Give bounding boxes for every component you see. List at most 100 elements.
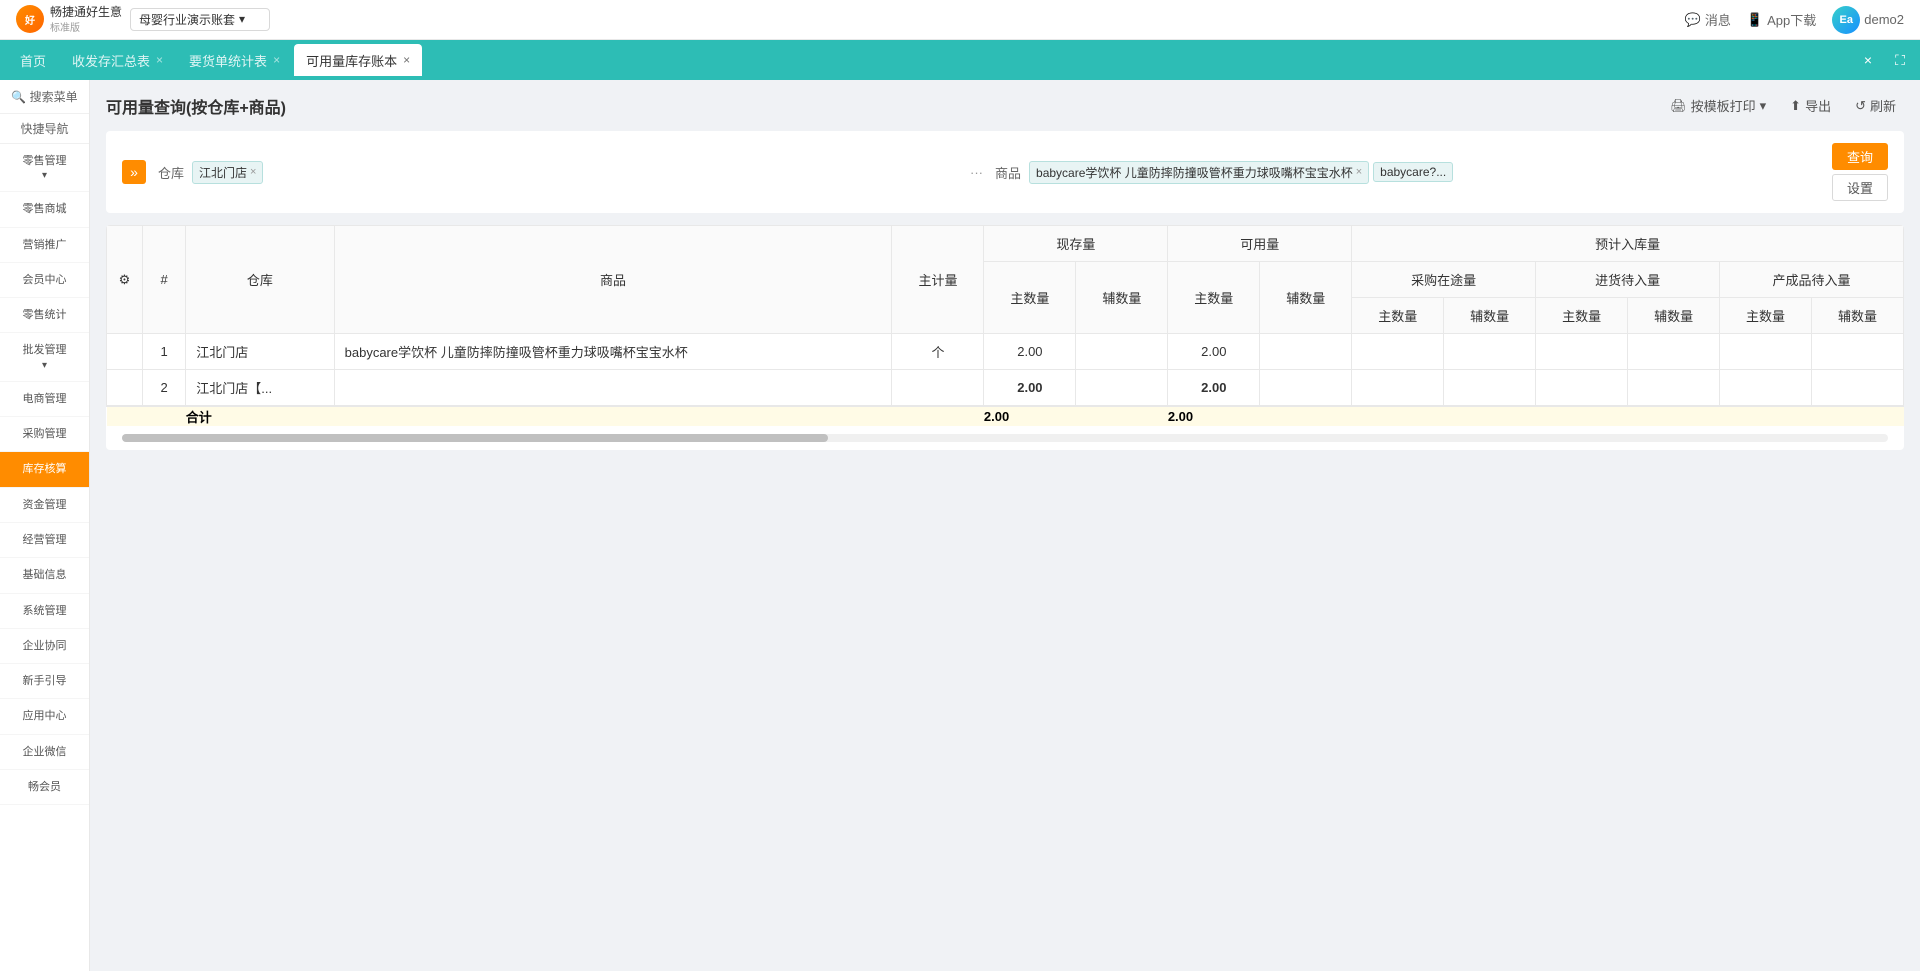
product-label: 商品 [995,163,1021,182]
warehouse-more-icon[interactable]: ··· [970,165,983,180]
main-layout: 🔍 搜索菜单 快捷导航 零售管理 ▾ 零售商城 营销推广 会员中心 零售统计 [0,80,1920,971]
row-2-prod-pend-aux [1812,370,1904,407]
sidebar-item-retail-mall-label: 零售商城 [23,202,67,216]
row-1-avail-aux [1260,334,1352,370]
content-area: 可用量查询(按仓库+商品) 🖨 按模板打印 ▾ ⬆ 导出 ↺ 刷新 [90,80,1920,971]
sidebar-item-member-label: 会员中心 [23,273,67,287]
msg-btn[interactable]: 💬 消息 [1685,10,1731,29]
logo-icon: 好 [16,5,44,33]
product-tag-1-close[interactable]: × [1356,166,1362,178]
sidebar-item-new-guide[interactable]: 新手引导 [0,664,89,699]
sidebar-item-sys-mgmt[interactable]: 系统管理 [0,594,89,629]
refresh-btn[interactable]: ↺ 刷新 [1847,92,1904,119]
sidebar-item-inventory[interactable]: 库存核算 [0,452,89,487]
sidebar: 🔍 搜索菜单 快捷导航 零售管理 ▾ 零售商城 营销推广 会员中心 零售统计 [0,80,90,971]
app-label: App下载 [1767,10,1816,29]
settings-button[interactable]: 设置 [1832,174,1888,201]
page-actions: 🖨 按模板打印 ▾ ⬆ 导出 ↺ 刷新 [1662,92,1904,119]
avatar: Ea [1832,6,1860,34]
sidebar-item-vip[interactable]: 畅会员 [0,770,89,805]
row-2-settings [107,370,143,407]
sidebar-item-marketing[interactable]: 营销推广 [0,228,89,263]
nav-label: 快捷导航 [20,122,68,136]
col-settings-header[interactable]: ⚙ [107,226,143,334]
sidebar-item-inventory-label: 库存核算 [23,462,67,476]
user-area[interactable]: Ea demo2 [1832,6,1904,34]
col-stock-aux-header: 辅数量 [1076,262,1168,334]
product-tag-2[interactable]: babycare?... [1373,162,1453,182]
row-1-avail-main: 2.00 [1168,334,1260,370]
col-expected-in-header: 预计入库量 [1352,226,1904,262]
sidebar-item-retail-mgmt[interactable]: 零售管理 ▾ [0,144,89,192]
sidebar-item-retail-stat-label: 零售统计 [23,308,67,322]
table-scrollbar[interactable] [122,434,1888,442]
sidebar-item-enterprise[interactable]: 企业协同 [0,629,89,664]
col-pur-transit-main-header: 主数量 [1352,298,1444,334]
row-2-goods-pend-aux [1628,370,1720,407]
sidebar-item-wholesale-mgmt[interactable]: 批发管理 ▾ [0,333,89,381]
sidebar-nav[interactable]: 快捷导航 [0,114,89,144]
close-all-btn[interactable]: × [1856,48,1880,72]
product-tag-1[interactable]: babycare学饮杯 儿童防摔防撞吸管杯重力球吸嘴杯宝宝水杯 × [1029,161,1369,184]
sidebar-item-ecommerce[interactable]: 电商管理 [0,382,89,417]
footer-settings [107,406,143,426]
footer-prod-pend-aux [1812,406,1904,426]
sidebar-section: 零售管理 ▾ 零售商城 营销推广 会员中心 零售统计 批发管理 ▾ 电商管理 [0,144,89,805]
store-selector[interactable]: 母婴行业演示账套 ▾ [130,8,270,31]
footer-goods-pend-aux [1628,406,1720,426]
tab-recv-send[interactable]: 收发存汇总表 × [60,44,175,76]
sidebar-item-basic-info[interactable]: 基础信息 [0,558,89,593]
sidebar-item-app-center-label: 应用中心 [23,709,67,723]
sidebar-item-corp-wechat[interactable]: 企业微信 [0,735,89,770]
tab-order-stat[interactable]: 要货单统计表 × [177,44,292,76]
col-prod-pend-aux-header: 辅数量 [1812,298,1904,334]
col-pur-transit-header: 采购在途量 [1352,262,1536,298]
tab-avail-inv[interactable]: 可用量库存账本 × [294,44,422,76]
row-2-pur-transit-aux [1444,370,1536,407]
row-1-prod-pend-main [1720,334,1812,370]
sidebar-item-retail-stat[interactable]: 零售统计 [0,298,89,333]
sidebar-item-retail-mall[interactable]: 零售商城 [0,192,89,227]
table-header-row-1: ⚙ # 仓库 商品 主计量 现存量 可用量 预计入库量 [107,226,1904,262]
col-goods-pend-header: 进货待入量 [1536,262,1720,298]
tab-order-stat-close[interactable]: × [273,53,280,67]
sidebar-search[interactable]: 🔍 搜索菜单 [0,80,89,114]
search-label: 搜索菜单 [30,90,78,104]
table-row: 2 江北门店【... 2.00 2.00 [107,370,1904,407]
app-download-btn[interactable]: 📱 App下载 [1747,10,1816,29]
sidebar-item-operations[interactable]: 经营管理 [0,523,89,558]
sidebar-item-finance[interactable]: 资金管理 [0,488,89,523]
sidebar-item-basic-info-label: 基础信息 [23,568,67,582]
export-icon: ⬆ [1790,98,1801,114]
table-footer-row: 合计 2.00 2.00 [107,406,1904,426]
chevron-down-icon-print: ▾ [1760,98,1767,114]
filter-toggle-btn[interactable]: » [122,160,146,184]
sidebar-item-enterprise-label: 企业协同 [23,639,67,653]
sidebar-item-member[interactable]: 会员中心 [0,263,89,298]
warehouse-tag-close[interactable]: × [250,166,256,178]
sidebar-item-operations-label: 经营管理 [23,533,67,547]
print-btn[interactable]: 🖨 按模板打印 ▾ [1662,92,1774,119]
col-prod-pend-header: 产成品待入量 [1720,262,1904,298]
row-2-unit [892,370,984,407]
chevron-down-icon: ▾ [239,12,245,26]
footer-avail-main: 2.00 [1168,406,1260,426]
sidebar-item-app-center[interactable]: 应用中心 [0,699,89,734]
tab-avail-inv-label: 可用量库存账本 [306,51,397,70]
query-button[interactable]: 查询 [1832,143,1888,170]
tab-avail-inv-close[interactable]: × [403,53,410,67]
page-header: 可用量查询(按仓库+商品) 🖨 按模板打印 ▾ ⬆ 导出 ↺ 刷新 [106,92,1904,119]
warehouse-tag[interactable]: 江北门店 × [192,161,263,184]
col-warehouse-header: 仓库 [186,226,334,334]
product-tag-2-value: babycare?... [1380,165,1446,179]
tab-home[interactable]: 首页 [8,44,58,76]
fullscreen-btn[interactable]: ⛶ [1888,48,1912,72]
export-btn[interactable]: ⬆ 导出 [1782,92,1839,119]
table-scrollbar-thumb[interactable] [122,434,828,442]
sidebar-item-vip-label: 畅会员 [28,780,61,794]
tab-recv-send-close[interactable]: × [156,53,163,67]
data-table: ⚙ # 仓库 商品 主计量 现存量 可用量 预计入库量 主数量 辅数量 主数量 [106,225,1904,426]
print-icon: 🖨 [1670,98,1687,114]
user-name: demo2 [1864,12,1904,27]
sidebar-item-purchase-mgmt[interactable]: 采购管理 [0,417,89,452]
